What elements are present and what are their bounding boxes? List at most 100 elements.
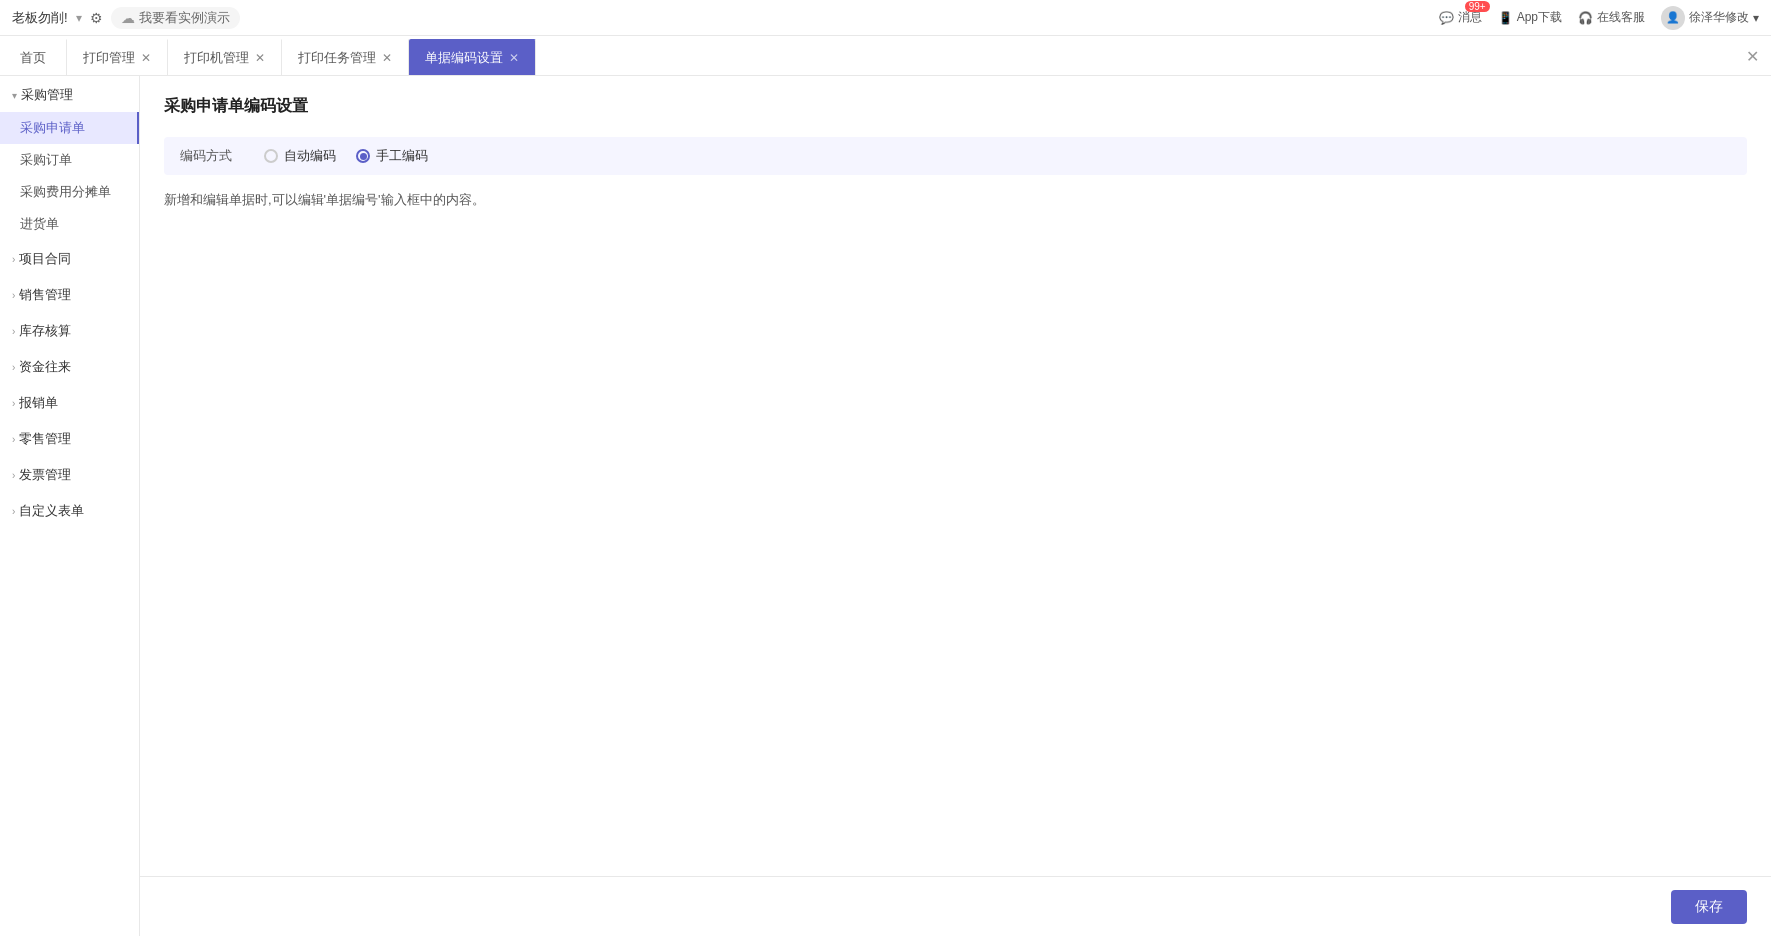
coding-label: 编码方式 [180, 147, 240, 165]
settings-icon[interactable]: ⚙ [90, 10, 103, 26]
sidebar-item-purchase-request[interactable]: 采购申请单 [0, 112, 139, 144]
sidebar-group-retail: › 零售管理 [0, 422, 139, 456]
sidebar-group-returns-label: 报销单 [19, 394, 58, 412]
sidebar-group-funds-label: 资金往来 [19, 358, 71, 376]
sidebar-item-stock-in[interactable]: 进货单 [0, 208, 139, 240]
sidebar-item-purchase-order-label: 采购订单 [20, 152, 72, 167]
dropdown-arrow-icon[interactable]: ▾ [76, 11, 82, 25]
sidebar-group-sales-title[interactable]: › 销售管理 [0, 278, 139, 312]
sidebar-group-returns-title[interactable]: › 报销单 [0, 386, 139, 420]
retail-arrow-icon: › [12, 434, 15, 445]
radio-manual-label: 手工编码 [376, 147, 428, 165]
online-service-button[interactable]: 🎧 在线客服 [1578, 9, 1645, 26]
inventory-arrow-icon: › [12, 326, 15, 337]
tab-single-code-close[interactable]: ✕ [509, 51, 519, 65]
user-menu[interactable]: 👤 徐泽华修改 ▾ [1661, 6, 1759, 30]
tab-print-task[interactable]: 打印任务管理 ✕ [282, 39, 409, 75]
app-download-button[interactable]: 📱 App下载 [1498, 9, 1562, 26]
sidebar-group-project-contract-title[interactable]: › 项目合同 [0, 242, 139, 276]
tab-bar-close-button[interactable]: ✕ [1746, 46, 1759, 65]
user-dropdown-icon: ▾ [1753, 11, 1759, 25]
sidebar-group-purchase-label: 采购管理 [21, 86, 73, 104]
sidebar-group-purchase-title[interactable]: ▾ 采购管理 [0, 78, 139, 112]
tab-home[interactable]: 首页 [0, 39, 67, 75]
sidebar-group-sales-label: 销售管理 [19, 286, 71, 304]
message-badge: 99+ [1465, 1, 1490, 12]
sidebar: ▾ 采购管理 采购申请单 采购订单 采购费用分摊单 进货单 › 项目合同 [0, 76, 140, 936]
content-area: 采购申请单编码设置 编码方式 自动编码 手工编码 [140, 76, 1771, 936]
tab-print-task-label: 打印任务管理 [298, 49, 376, 67]
sidebar-group-invoice-label: 发票管理 [19, 466, 71, 484]
radio-auto-circle [264, 149, 278, 163]
headset-icon: 🎧 [1578, 11, 1593, 25]
returns-arrow-icon: › [12, 398, 15, 409]
tab-single-code-setting[interactable]: 单据编码设置 ✕ [409, 39, 536, 75]
sidebar-item-purchase-expense[interactable]: 采购费用分摊单 [0, 176, 139, 208]
tab-home-label: 首页 [20, 49, 46, 67]
sidebar-item-purchase-expense-label: 采购费用分摊单 [20, 184, 111, 199]
tab-bar: 首页 打印管理 ✕ 打印机管理 ✕ 打印任务管理 ✕ 单据编码设置 ✕ ✕ [0, 36, 1771, 76]
tab-print-task-close[interactable]: ✕ [382, 51, 392, 65]
purchase-arrow-icon: ▾ [12, 90, 17, 101]
demo-link[interactable]: ☁ 我要看实例演示 [111, 7, 240, 29]
content-footer: 保存 [140, 876, 1771, 936]
project-contract-arrow-icon: › [12, 254, 15, 265]
top-bar-right: 💬 消息 99+ 📱 App下载 🎧 在线客服 👤 徐泽华修改 ▾ [1439, 6, 1759, 30]
sidebar-group-inventory-label: 库存核算 [19, 322, 71, 340]
custom-form-arrow-icon: › [12, 506, 15, 517]
tab-print-manage-close[interactable]: ✕ [141, 51, 151, 65]
sidebar-group-inventory: › 库存核算 [0, 314, 139, 348]
sidebar-group-custom-form-title[interactable]: › 自定义表单 [0, 494, 139, 528]
sidebar-group-invoice: › 发票管理 [0, 458, 139, 492]
tab-print-manage-label: 打印管理 [83, 49, 135, 67]
cloud-icon: ☁ [121, 10, 135, 26]
top-bar-left: 老板勿削! ▾ ⚙ ☁ 我要看实例演示 [12, 7, 240, 29]
top-bar: 老板勿削! ▾ ⚙ ☁ 我要看实例演示 💬 消息 99+ 📱 App下载 🎧 在… [0, 0, 1771, 36]
radio-group: 自动编码 手工编码 [264, 147, 428, 165]
tab-printer-manage-close[interactable]: ✕ [255, 51, 265, 65]
tab-single-code-label: 单据编码设置 [425, 49, 503, 67]
sidebar-group-funds: › 资金往来 [0, 350, 139, 384]
funds-arrow-icon: › [12, 362, 15, 373]
hint-text: 新增和编辑单据时,可以编辑'单据编号'输入框中的内容。 [164, 191, 1747, 209]
sidebar-group-custom-form: › 自定义表单 [0, 494, 139, 528]
content-inner: 采购申请单编码设置 编码方式 自动编码 手工编码 [140, 76, 1771, 876]
invoice-arrow-icon: › [12, 470, 15, 481]
message-button[interactable]: 💬 消息 99+ [1439, 9, 1482, 26]
radio-manual-circle [356, 149, 370, 163]
coding-section: 编码方式 自动编码 手工编码 新增和编辑单据时,可以编辑'单据编号'输入框中的内… [164, 137, 1747, 209]
sidebar-item-purchase-request-label: 采购申请单 [20, 120, 85, 135]
radio-auto-label: 自动编码 [284, 147, 336, 165]
sidebar-group-retail-label: 零售管理 [19, 430, 71, 448]
app-icon: 📱 [1498, 11, 1513, 25]
online-service-label: 在线客服 [1597, 9, 1645, 26]
tab-printer-manage[interactable]: 打印机管理 ✕ [168, 39, 282, 75]
sidebar-group-sales: › 销售管理 [0, 278, 139, 312]
sidebar-group-project-contract: › 项目合同 [0, 242, 139, 276]
save-button[interactable]: 保存 [1671, 890, 1747, 924]
main-layout: ▾ 采购管理 采购申请单 采购订单 采购费用分摊单 进货单 › 项目合同 [0, 76, 1771, 936]
sidebar-item-stock-in-label: 进货单 [20, 216, 59, 231]
tab-print-manage[interactable]: 打印管理 ✕ [67, 39, 168, 75]
sales-arrow-icon: › [12, 290, 15, 301]
sidebar-group-purchase: ▾ 采购管理 采购申请单 采购订单 采购费用分摊单 进货单 [0, 78, 139, 240]
radio-manual-code[interactable]: 手工编码 [356, 147, 428, 165]
avatar: 👤 [1661, 6, 1685, 30]
app-download-label: App下载 [1517, 9, 1562, 26]
sidebar-group-project-contract-label: 项目合同 [19, 250, 71, 268]
message-icon: 💬 [1439, 11, 1454, 25]
sidebar-group-retail-title[interactable]: › 零售管理 [0, 422, 139, 456]
sidebar-group-custom-form-label: 自定义表单 [19, 502, 84, 520]
radio-auto-code[interactable]: 自动编码 [264, 147, 336, 165]
demo-text: 我要看实例演示 [139, 9, 230, 27]
coding-row: 编码方式 自动编码 手工编码 [164, 137, 1747, 175]
sidebar-group-inventory-title[interactable]: › 库存核算 [0, 314, 139, 348]
sidebar-group-invoice-title[interactable]: › 发票管理 [0, 458, 139, 492]
tab-printer-manage-label: 打印机管理 [184, 49, 249, 67]
sidebar-item-purchase-order[interactable]: 采购订单 [0, 144, 139, 176]
sidebar-group-returns: › 报销单 [0, 386, 139, 420]
user-name: 徐泽华修改 [1689, 9, 1749, 26]
sidebar-group-funds-title[interactable]: › 资金往来 [0, 350, 139, 384]
page-title: 采购申请单编码设置 [164, 96, 1747, 117]
brand-name: 老板勿削! [12, 9, 68, 27]
